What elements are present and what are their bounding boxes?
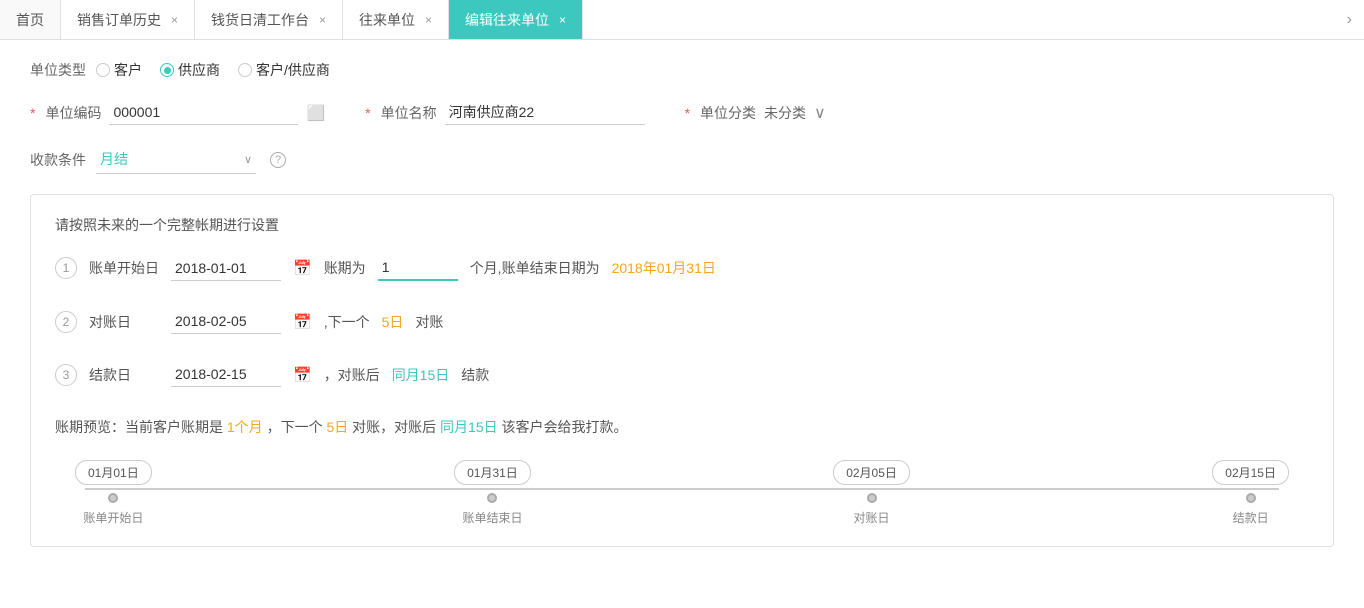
timeline-nodes: 01月01日 账单开始日 01月31日 账单结束日 02月05日 对账日 xyxy=(75,460,1289,526)
unit-classify-label: 单位分类 xyxy=(700,103,756,123)
step-1-num: 1 xyxy=(55,257,77,279)
help-icon[interactable]: ? xyxy=(270,152,286,168)
timeline-container: 01月01日 账单开始日 01月31日 账单结束日 02月05日 对账日 xyxy=(55,460,1309,526)
payment-row: 收款条件 月结 ∨ ? xyxy=(30,145,1334,174)
unit-classify-value: 未分类 xyxy=(764,103,806,123)
tab-edit-partner[interactable]: 编辑往来单位 × xyxy=(449,0,583,39)
step-2-num: 2 xyxy=(55,311,77,333)
step-3-prefix: ，对账后 xyxy=(324,365,380,385)
tab-close-partners[interactable]: × xyxy=(425,13,432,27)
preview-mid2: 对账，对账后 xyxy=(352,419,436,435)
settings-panel: 请按照未来的一个完整帐期进行设置 1 账单开始日 📅 账期为 个月,账单结束日期… xyxy=(30,194,1334,547)
panel-instruction: 请按照未来的一个完整帐期进行设置 xyxy=(55,215,1309,235)
radio-supplier[interactable]: 供应商 xyxy=(160,60,220,80)
preview-mid: ，下一个 xyxy=(267,419,323,435)
step-3-suffix: 结款 xyxy=(461,365,489,385)
step-2-prefix: ,下一个 xyxy=(324,312,370,332)
payment-label: 收款条件 xyxy=(30,150,86,170)
timeline-dot-3 xyxy=(867,493,877,503)
required-code: * xyxy=(30,105,35,121)
step-3-highlight: 同月15日 xyxy=(392,365,450,385)
unit-code-group: * 单位编码 ⬜ xyxy=(30,100,325,125)
preview-suffix: 该客户会给我打款。 xyxy=(502,419,628,435)
tab-sales-history[interactable]: 销售订单历史 × xyxy=(61,0,195,39)
radio-group-unit-type: 客户 供应商 客户/供应商 xyxy=(96,60,330,80)
radio-circle-both xyxy=(238,63,252,77)
timeline-label-1: 账单开始日 xyxy=(83,509,143,526)
step-3-calendar-icon[interactable]: 📅 xyxy=(293,366,312,384)
timeline-dot-1 xyxy=(108,493,118,503)
timeline-node-3: 02月05日 对账日 xyxy=(833,460,910,526)
step-1-period-input[interactable] xyxy=(378,255,458,281)
unit-type-label: 单位类型 xyxy=(30,60,86,80)
timeline-badge-2: 01月31日 xyxy=(454,460,531,485)
payment-select[interactable]: 月结 ∨ xyxy=(96,145,256,174)
step-1-suffix: 个月,账单结束日期为 xyxy=(470,258,600,278)
unit-code-input[interactable] xyxy=(109,100,298,125)
timeline-node-2: 01月31日 账单结束日 xyxy=(454,460,531,526)
step-2-row: 2 对账日 📅 ,下一个 5日 对账 xyxy=(55,309,1309,334)
tab-cash-work[interactable]: 钱货日清工作台 × xyxy=(195,0,343,39)
tab-close-sales[interactable]: × xyxy=(171,13,178,27)
step-2-suffix: 对账 xyxy=(415,312,443,332)
tab-partners[interactable]: 往来单位 × xyxy=(343,0,449,39)
radio-label-both: 客户/供应商 xyxy=(256,60,330,80)
timeline-node-1: 01月01日 账单开始日 xyxy=(75,460,152,526)
step-2-label: 对账日 xyxy=(89,312,159,332)
preview-15day: 同月15日 xyxy=(440,419,498,435)
radio-both[interactable]: 客户/供应商 xyxy=(238,60,330,80)
timeline-dot-2 xyxy=(487,493,497,503)
timeline-node-4: 02月15日 结款日 xyxy=(1212,460,1289,526)
step-2-highlight: 5日 xyxy=(382,312,404,332)
payment-arrow-icon: ∨ xyxy=(244,153,252,166)
unit-type-row: 单位类型 客户 供应商 客户/供应商 xyxy=(30,60,1334,80)
payment-value: 月结 xyxy=(100,149,240,169)
unit-name-label: 单位名称 xyxy=(381,103,437,123)
timeline-badge-4: 02月15日 xyxy=(1212,460,1289,485)
timeline-dot-4 xyxy=(1246,493,1256,503)
unit-code-label: 单位编码 xyxy=(45,103,101,123)
required-classify: * xyxy=(685,105,690,121)
step-1-row: 1 账单开始日 📅 账期为 个月,账单结束日期为 2018年01月31日 xyxy=(55,255,1309,281)
step-3-row: 3 结款日 📅 ，对账后 同月15日 结款 xyxy=(55,362,1309,387)
step-2-calendar-icon[interactable]: 📅 xyxy=(293,313,312,331)
timeline-label-4: 结款日 xyxy=(1233,509,1269,526)
tab-more-button[interactable]: › xyxy=(1335,0,1364,39)
step-3-num: 3 xyxy=(55,364,77,386)
timeline-label-2: 账单结束日 xyxy=(462,509,522,526)
required-name: * xyxy=(365,105,370,121)
step-1-calendar-icon[interactable]: 📅 xyxy=(293,259,312,277)
step-1-label: 账单开始日 xyxy=(89,258,159,278)
step-1-period-label: 账期为 xyxy=(324,258,366,278)
step-2-date-input[interactable] xyxy=(171,309,281,334)
unit-fields-row: * 单位编码 ⬜ * 单位名称 * 单位分类 未分类 ∨ xyxy=(30,100,1334,125)
tab-close-edit[interactable]: × xyxy=(559,13,566,27)
timeline-badge-1: 01月01日 xyxy=(75,460,152,485)
preview-text: 账期预览：当前客户账期是 1个月 ，下一个 5日 对账，对账后 同月15日 该客… xyxy=(55,415,1309,440)
unit-classify-group: * 单位分类 未分类 ∨ xyxy=(685,103,826,123)
preview-5day: 5日 xyxy=(326,419,348,435)
preview-1month: 1个月 xyxy=(227,419,263,435)
step-3-label: 结款日 xyxy=(89,365,159,385)
unit-name-group: * 单位名称 xyxy=(365,100,644,125)
unit-code-copy-icon[interactable]: ⬜ xyxy=(306,104,325,122)
classify-chevron-icon[interactable]: ∨ xyxy=(814,103,826,123)
radio-customer[interactable]: 客户 xyxy=(96,60,142,80)
step-3-date-input[interactable] xyxy=(171,362,281,387)
unit-name-input[interactable] xyxy=(445,100,645,125)
timeline-badge-3: 02月05日 xyxy=(833,460,910,485)
main-content: 单位类型 客户 供应商 客户/供应商 * 单位编码 ⬜ * 单位名称 xyxy=(0,40,1364,608)
radio-circle-supplier xyxy=(160,63,174,77)
step-1-end-date: 2018年01月31日 xyxy=(612,258,716,278)
preview-prefix: 账期预览：当前客户账期是 xyxy=(55,419,223,435)
tab-home[interactable]: 首页 xyxy=(0,0,61,39)
tab-bar: 首页 销售订单历史 × 钱货日清工作台 × 往来单位 × 编辑往来单位 × › xyxy=(0,0,1364,40)
step-1-date-input[interactable] xyxy=(171,256,281,281)
radio-label-supplier: 供应商 xyxy=(178,60,220,80)
radio-label-customer: 客户 xyxy=(114,60,142,80)
radio-circle-customer xyxy=(96,63,110,77)
timeline-label-3: 对账日 xyxy=(854,509,890,526)
tab-close-cash[interactable]: × xyxy=(319,13,326,27)
